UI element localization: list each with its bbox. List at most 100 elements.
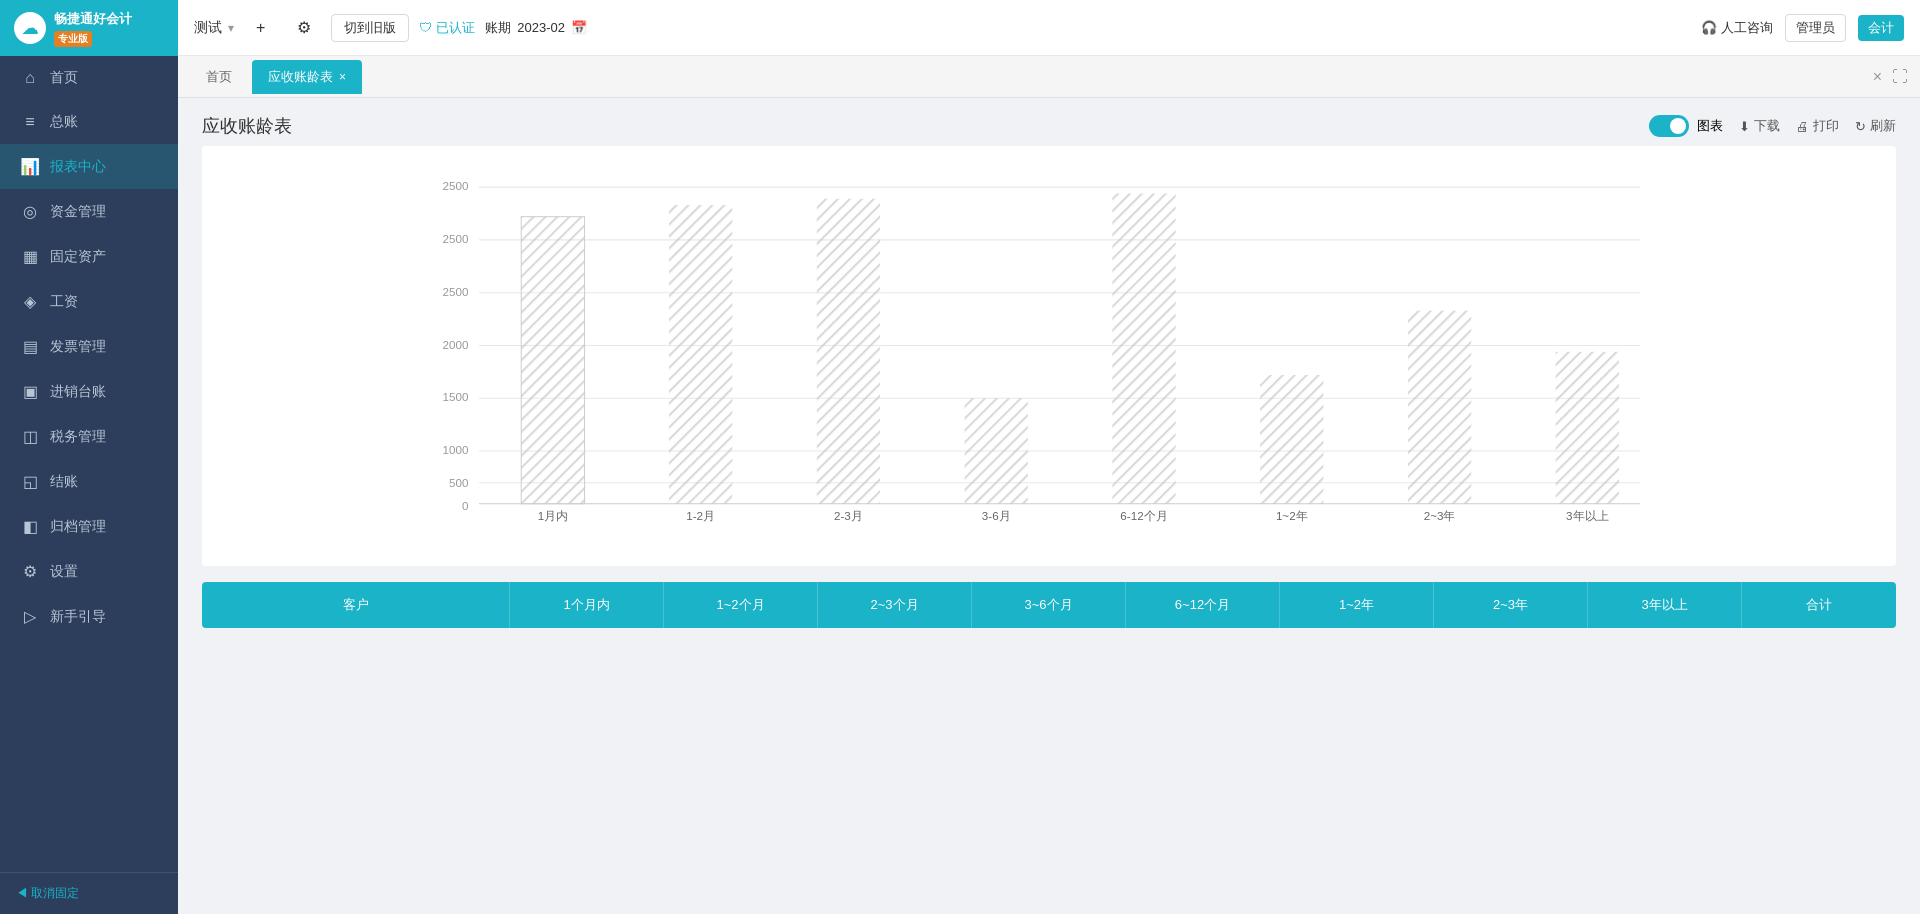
wages-icon: ◈ [20,292,40,311]
tabbar-window-controls: × ⛶ [1873,68,1908,86]
shield-icon: 🛡 [419,20,432,35]
svg-text:3年以上: 3年以上 [1566,509,1608,522]
bar-chart: 2500 2500 2500 2000 1500 1000 500 0 1月内 [222,166,1876,546]
col-2-3month: 2~3个月 [818,582,972,628]
svg-text:6-12个月: 6-12个月 [1120,509,1167,522]
svg-text:1~2年: 1~2年 [1276,509,1308,522]
refresh-icon: ↻ [1855,119,1866,134]
col-3-6month: 3~6个月 [972,582,1126,628]
project-name: 测试 [194,19,222,37]
tab-aging[interactable]: 应收账龄表 × [252,60,362,94]
tab-close-icon[interactable]: × [339,70,346,84]
settings-button[interactable]: ⚙ [285,14,323,41]
col-total: 合计 [1742,582,1896,628]
print-label: 打印 [1813,117,1839,135]
sidebar-label-inventory: 进销台账 [50,383,106,401]
certified-badge: 🛡 已认证 [419,19,475,37]
svg-rect-21 [817,199,880,504]
assets-icon: ▦ [20,247,40,266]
chevron-down-icon: ▾ [228,21,234,35]
consult-button[interactable]: 🎧 人工咨询 [1701,19,1773,37]
sidebar-item-tax[interactable]: ◫ 税务管理 [0,414,178,459]
sidebar-label-settings: 设置 [50,563,78,581]
sidebar-item-ledger[interactable]: ≡ 总账 [0,100,178,144]
window-close-icon[interactable]: × [1873,68,1882,86]
sidebar: ☁ 畅捷通好会计 专业版 ⌂ 首页 ≡ 总账 📊 报表中心 ◎ 资金管理 ▦ 固… [0,0,178,914]
print-icon: 🖨 [1796,119,1809,134]
content-area: 应收账龄表 图表 ⬇ 下载 🖨 打印 ↻ 刷新 [178,98,1920,914]
sidebar-label-guide: 新手引导 [50,608,106,626]
aging-table: 客户 1个月内 1~2个月 2~3个月 3~6个月 6~12个月 1~2年 2~… [202,582,1896,628]
svg-text:2000: 2000 [443,338,469,351]
sidebar-label-closing: 结账 [50,473,78,491]
sidebar-item-closing[interactable]: ◱ 结账 [0,459,178,504]
col-1month: 1个月内 [510,582,664,628]
sidebar-item-invoices[interactable]: ▤ 发票管理 [0,324,178,369]
tab-home[interactable]: 首页 [190,60,248,94]
col-2-3year: 2~3年 [1434,582,1588,628]
svg-text:2~3年: 2~3年 [1424,509,1456,522]
print-button[interactable]: 🖨 打印 [1796,117,1839,135]
consult-label: 人工咨询 [1721,19,1773,37]
sidebar-item-settings[interactable]: ⚙ 设置 [0,549,178,594]
download-label: 下载 [1754,117,1780,135]
refresh-button[interactable]: ↻ 刷新 [1855,117,1896,135]
col-6-12month: 6~12个月 [1126,582,1280,628]
sidebar-item-funds[interactable]: ◎ 资金管理 [0,189,178,234]
sidebar-item-home[interactable]: ⌂ 首页 [0,56,178,100]
download-button[interactable]: ⬇ 下载 [1739,117,1780,135]
reports-icon: 📊 [20,157,40,176]
headset-icon: 🎧 [1701,20,1717,35]
cancel-fixed-label: ◀ 取消固定 [16,885,79,902]
sidebar-label-archive: 归档管理 [50,518,106,536]
chart-container: 2500 2500 2500 2000 1500 1000 500 0 1月内 [202,146,1896,566]
role-button[interactable]: 会计 [1858,15,1904,41]
sidebar-label-reports: 报表中心 [50,158,106,176]
svg-text:2500: 2500 [443,285,469,298]
page-actions: 图表 ⬇ 下载 🖨 打印 ↻ 刷新 [1649,115,1896,137]
sidebar-nav: ⌂ 首页 ≡ 总账 📊 报表中心 ◎ 资金管理 ▦ 固定资产 ◈ 工资 ▤ 发票… [0,56,178,872]
svg-text:2500: 2500 [443,232,469,245]
cancel-fixed-button[interactable]: ◀ 取消固定 [0,872,178,914]
svg-rect-29 [1408,311,1471,504]
calendar-icon: 📅 [571,20,587,35]
sidebar-item-archive[interactable]: ◧ 归档管理 [0,504,178,549]
tabbar: 首页 应收账龄表 × × ⛶ [178,56,1920,98]
sidebar-label-ledger: 总账 [50,113,78,131]
svg-text:500: 500 [449,476,468,489]
sidebar-item-reports[interactable]: 📊 报表中心 [0,144,178,189]
topbar-right: 🎧 人工咨询 管理员 会计 [1701,14,1904,42]
sidebar-item-inventory[interactable]: ▣ 进销台账 [0,369,178,414]
certified-label: 已认证 [436,19,475,37]
col-3year-plus: 3年以上 [1588,582,1742,628]
chart-toggle-group: 图表 [1649,115,1723,137]
sidebar-item-guide[interactable]: ▷ 新手引导 [0,594,178,639]
sidebar-label-invoices: 发票管理 [50,338,106,356]
svg-rect-31 [1556,352,1619,504]
old-version-button[interactable]: 切到旧版 [331,14,409,42]
logo-icon: ☁ [14,12,46,44]
sidebar-item-assets[interactable]: ▦ 固定资产 [0,234,178,279]
col-1-2year: 1~2年 [1280,582,1434,628]
project-selector[interactable]: 测试 ▾ [194,19,234,37]
sidebar-item-wages[interactable]: ◈ 工资 [0,279,178,324]
logo-sub: 专业版 [54,31,92,47]
tax-icon: ◫ [20,427,40,446]
window-expand-icon[interactable]: ⛶ [1892,68,1908,86]
chart-wrapper: 2500 2500 2500 2000 1500 1000 500 0 1月内 [222,166,1876,546]
svg-text:1月内: 1月内 [538,509,568,522]
main-area: 测试 ▾ + ⚙ 切到旧版 🛡 已认证 账期 2023-02 📅 🎧 人工咨询 … [178,0,1920,914]
add-button[interactable]: + [244,15,277,41]
chart-toggle[interactable] [1649,115,1689,137]
svg-rect-25 [1112,193,1175,503]
funds-icon: ◎ [20,202,40,221]
settings-icon: ⚙ [20,562,40,581]
svg-text:1000: 1000 [443,443,469,456]
svg-text:0: 0 [462,499,468,512]
sidebar-label-home: 首页 [50,69,78,87]
sidebar-label-assets: 固定资产 [50,248,106,266]
app-logo: ☁ 畅捷通好会计 专业版 [0,0,178,56]
sidebar-label-wages: 工资 [50,293,78,311]
period-selector[interactable]: 账期 2023-02 📅 [485,19,587,37]
user-button[interactable]: 管理员 [1785,14,1846,42]
